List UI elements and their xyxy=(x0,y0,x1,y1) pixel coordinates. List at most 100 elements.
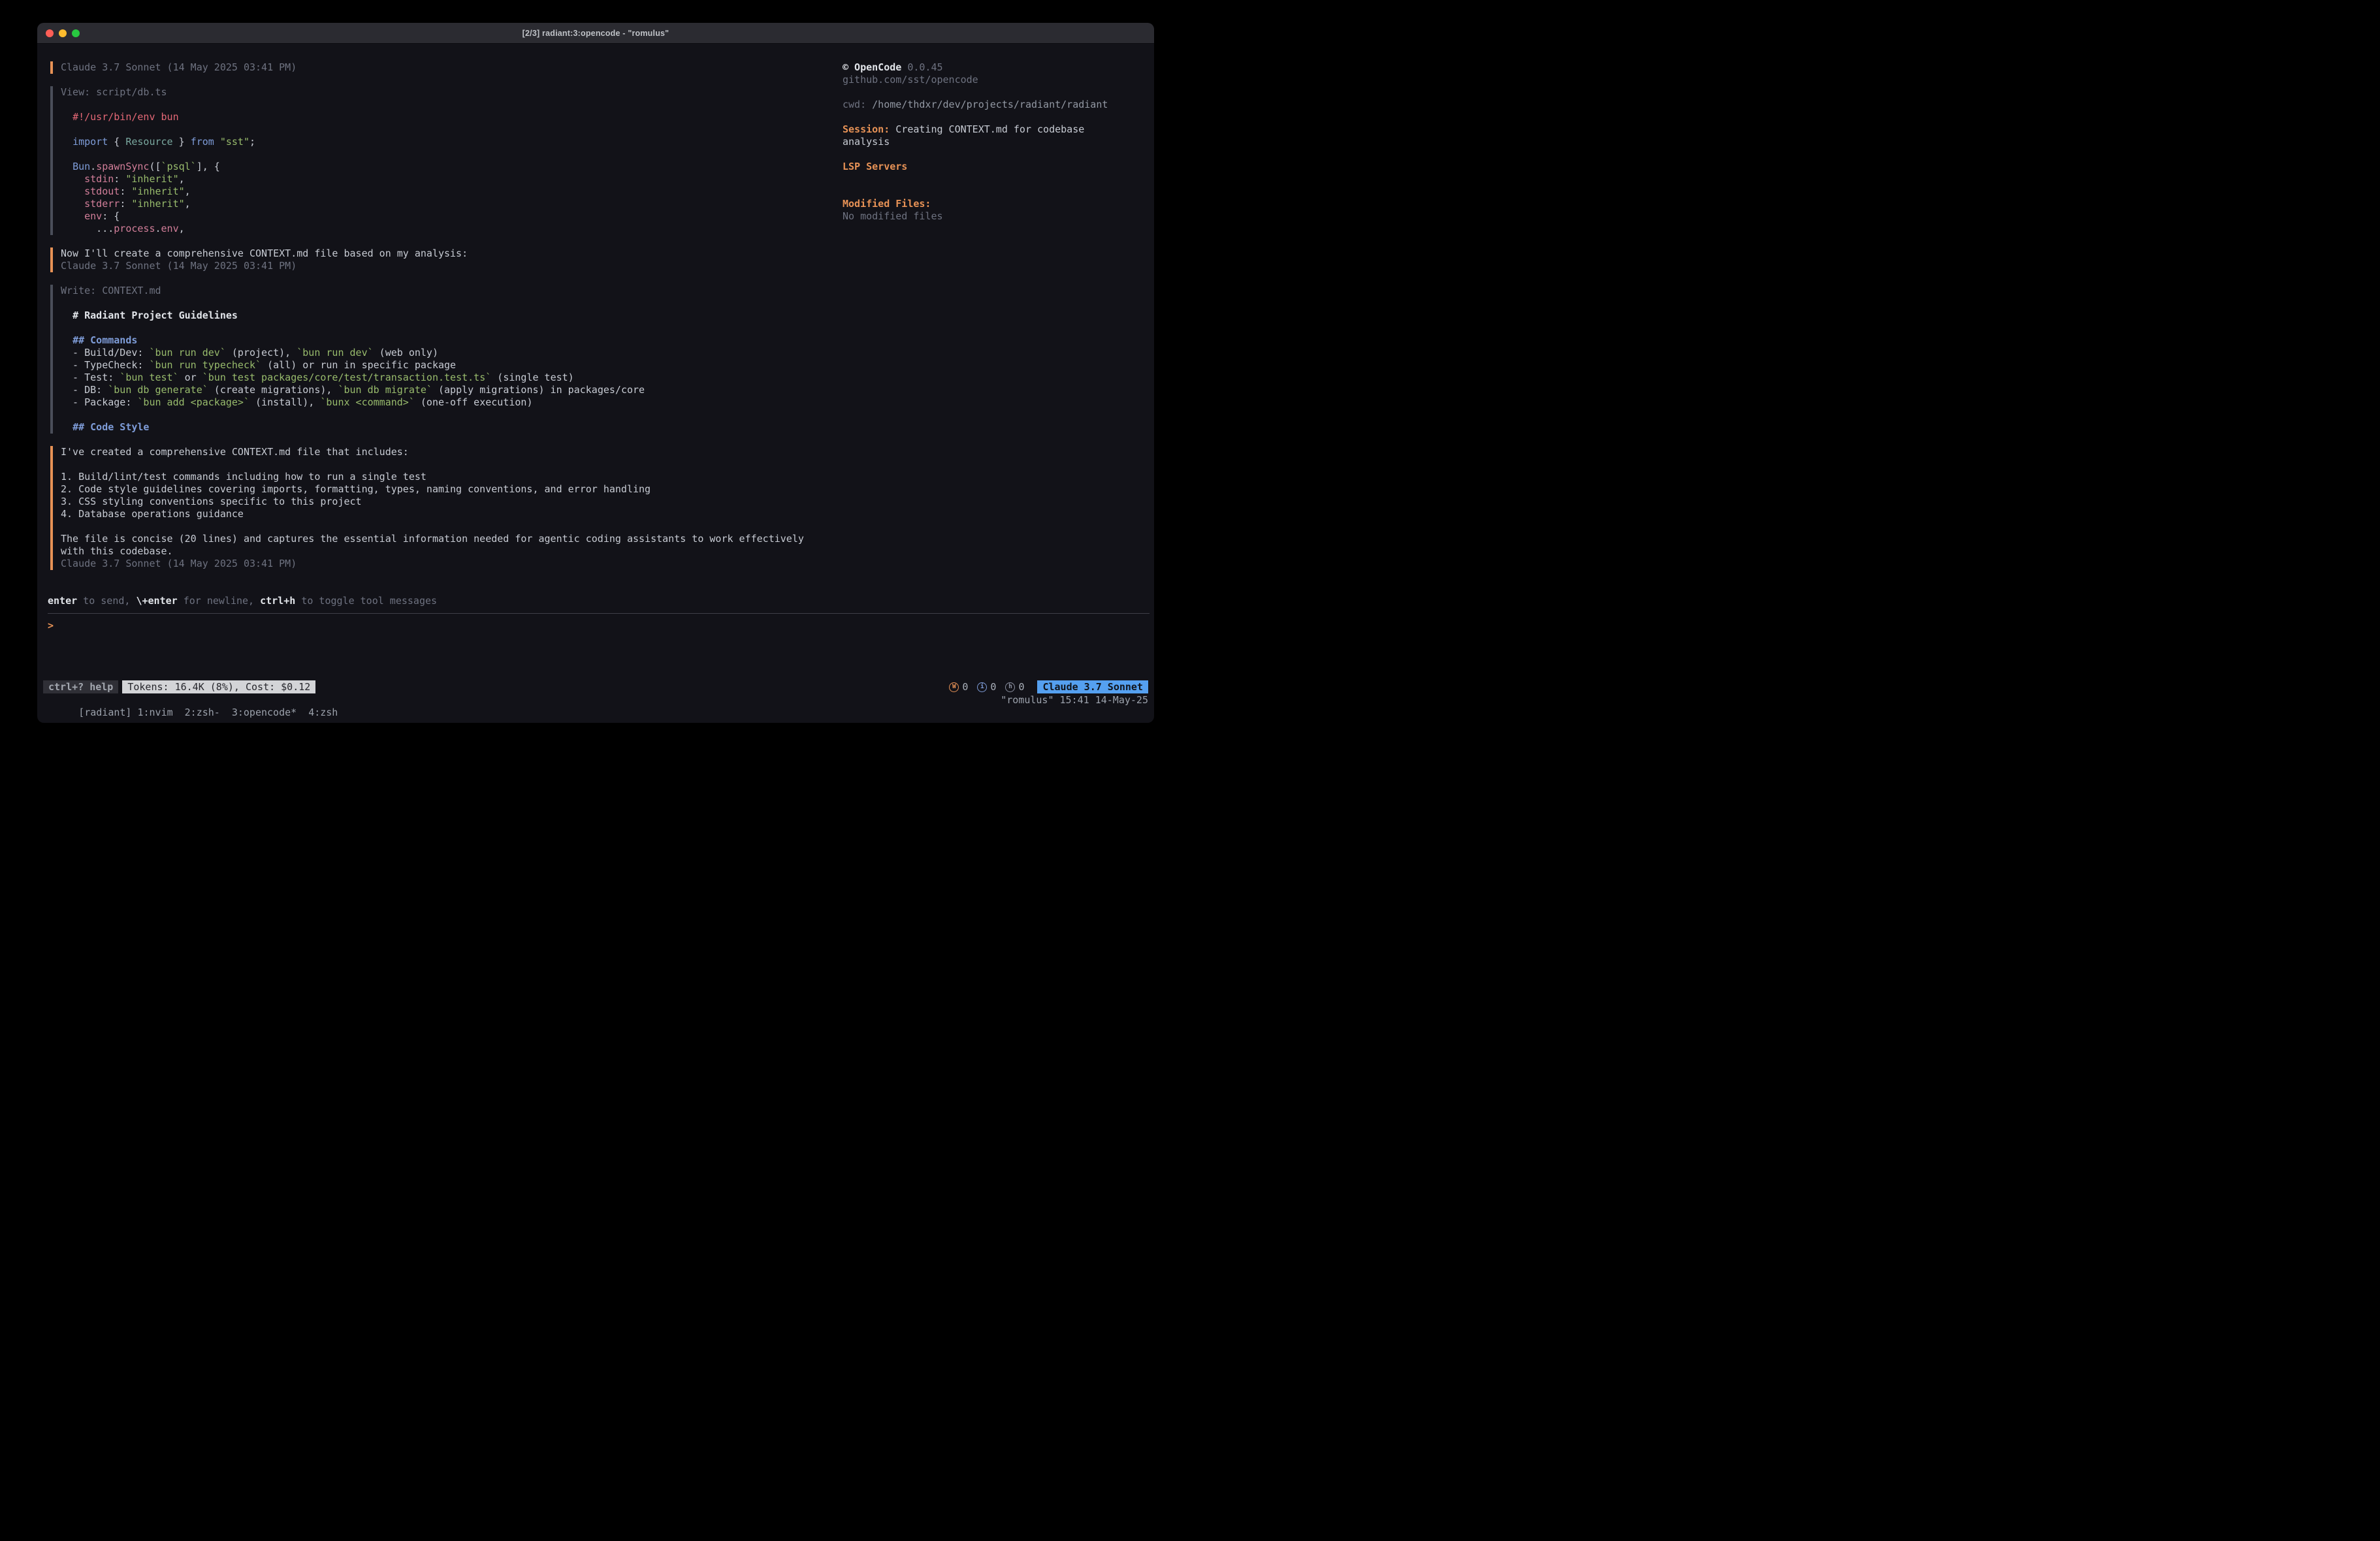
text-segment: , xyxy=(179,223,185,234)
text-segment: - Test: xyxy=(61,372,120,383)
text-segment: # Radiant Project Guidelines xyxy=(72,310,238,321)
text-segment: © OpenCode xyxy=(843,61,901,73)
blank-line xyxy=(37,570,1154,582)
text-segment: stderr xyxy=(84,198,120,210)
tmux-window-4[interactable]: 4:zsh xyxy=(308,707,338,718)
composer-input-line[interactable]: > xyxy=(48,620,1154,632)
text-segment: spawnSync xyxy=(96,161,149,172)
help-hint-chip: ctrl+? help xyxy=(43,680,118,693)
text-segment: The file is concise (20 lines) and captu… xyxy=(61,533,804,545)
tmux-window-1[interactable]: 1:nvim xyxy=(137,707,172,718)
text-segment: ctrl+h xyxy=(260,595,295,607)
text-segment: for newline, xyxy=(178,595,260,607)
text-segment: , xyxy=(185,185,191,197)
assistant-text-line: The file is concise (20 lines) and captu… xyxy=(61,533,1154,545)
text-segment: ## Code Style xyxy=(72,421,149,433)
text-segment: `bunx <command>` xyxy=(320,396,415,408)
text-segment: /home/thdxr/dev/projects/radiant/radiant xyxy=(872,99,1108,110)
text-segment: : xyxy=(120,185,131,197)
diagnostic-info: i 0 xyxy=(977,680,996,693)
text-segment: "inherit" xyxy=(125,173,178,185)
text-segment: from xyxy=(191,136,214,148)
assistant-list-line: 3. CSS styling conventions specific to t… xyxy=(61,496,1154,508)
divider-line xyxy=(48,613,1150,614)
text-segment: `psql` xyxy=(161,161,197,172)
warning-count: 0 xyxy=(962,680,968,693)
text-segment: "inherit" xyxy=(131,198,184,210)
tool-call-title: Write: CONTEXT.md xyxy=(61,285,1154,297)
code-line: ...process.env, xyxy=(61,223,1154,235)
text-segment xyxy=(61,334,72,346)
text-segment xyxy=(61,173,84,185)
app-logo-version: © OpenCode 0.0.45 xyxy=(843,61,1150,74)
text-segment: Creating CONTEXT.md for codebase xyxy=(890,123,1084,135)
blank-line xyxy=(37,272,1154,285)
text-segment: (web only) xyxy=(374,347,438,358)
session-title-line: analysis xyxy=(843,136,1150,148)
markdown-list-line: - TypeCheck: `bun run typecheck` (all) o… xyxy=(61,359,1154,372)
info-count: 0 xyxy=(990,680,996,693)
message-author-timestamp: Claude 3.7 Sonnet (14 May 2025 03:41 PM) xyxy=(61,260,1154,272)
blank-line xyxy=(843,185,1150,198)
cwd-line: cwd: /home/thdxr/dev/projects/radiant/ra… xyxy=(843,99,1150,111)
modified-files-value: No modified files xyxy=(843,210,1150,223)
status-bar: ctrl+? help Tokens: 16.4K (8%), Cost: $0… xyxy=(43,680,1148,693)
markdown-list-line: - Package: `bun add <package>` (install)… xyxy=(61,396,1154,409)
text-segment: 3. CSS styling conventions specific to t… xyxy=(61,496,362,507)
close-button[interactable] xyxy=(46,29,54,37)
text-segment: . xyxy=(155,223,161,234)
tmux-window-2[interactable]: 2:zsh- xyxy=(185,707,220,718)
text-segment: env xyxy=(161,223,179,234)
assistant-text-line: I've created a comprehensive CONTEXT.md … xyxy=(61,446,1154,458)
text-segment: `bun db generate` xyxy=(108,384,208,396)
diagnostics-group: W 0 i 0 h 0 xyxy=(949,680,1024,693)
model-badge: Claude 3.7 Sonnet xyxy=(1037,680,1148,693)
text-segment: "inherit" xyxy=(131,185,184,197)
blank-line xyxy=(37,582,1154,595)
text-segment: Resource xyxy=(125,136,172,148)
tmux-session-name: [radiant] xyxy=(78,707,131,718)
window-titlebar[interactable]: [2/3] radiant:3:opencode - "romulus" xyxy=(37,23,1154,44)
blank-line xyxy=(61,409,1154,421)
assistant-list-line: 2. Code style guidelines covering import… xyxy=(61,483,1154,496)
text-segment: Session: xyxy=(843,123,890,135)
tokens-cost-chip: Tokens: 16.4K (8%), Cost: $0.12 xyxy=(122,680,315,693)
blank-line xyxy=(843,86,1150,99)
text-segment: ([ xyxy=(149,161,161,172)
zoom-button[interactable] xyxy=(72,29,80,37)
text-segment xyxy=(61,185,84,197)
text-segment: { xyxy=(108,136,125,148)
minimize-button[interactable] xyxy=(59,29,67,37)
tool-write-block: Write: CONTEXT.md # Radiant Project Guid… xyxy=(50,285,1154,434)
blank-line xyxy=(61,520,1154,533)
text-segment xyxy=(61,161,72,172)
text-segment xyxy=(61,421,72,433)
blank-line xyxy=(61,458,1154,471)
assistant-message-block: I've created a comprehensive CONTEXT.md … xyxy=(50,446,1154,570)
text-segment: (single test) xyxy=(491,372,573,383)
warning-icon: W xyxy=(949,682,959,692)
text-segment: to toggle tool messages xyxy=(295,595,437,607)
text-segment: with this codebase. xyxy=(61,545,173,557)
text-segment: `bun run typecheck` xyxy=(149,359,261,371)
text-segment: ## Commands xyxy=(72,334,137,346)
session-sidebar: © OpenCode 0.0.45 github.com/sst/opencod… xyxy=(843,61,1150,223)
text-segment: . xyxy=(90,161,96,172)
blank-line xyxy=(843,148,1150,161)
text-segment: Bun xyxy=(72,161,90,172)
blank-line xyxy=(61,322,1154,334)
hint-count: 0 xyxy=(1018,680,1024,693)
assistant-text-line: with this codebase. xyxy=(61,545,1154,558)
text-segment: Claude 3.7 Sonnet (14 May 2025 03:41 PM) xyxy=(61,558,297,569)
markdown-list-line: - Build/Dev: `bun run dev` (project), `b… xyxy=(61,347,1154,359)
blank-line xyxy=(61,297,1154,310)
tmux-window-3[interactable]: 3:opencode* xyxy=(232,707,297,718)
text-segment: \+enter xyxy=(136,595,177,607)
text-segment: } xyxy=(173,136,191,148)
text-segment: ; xyxy=(249,136,255,148)
tmux-status-bar: [radiant]1:nvim2:zsh-3:opencode*4:zsh "r… xyxy=(43,694,1148,707)
text-segment xyxy=(61,111,72,123)
text-segment: github.com/sst/opencode xyxy=(843,74,978,86)
assistant-message-block: Now I'll create a comprehensive CONTEXT.… xyxy=(50,247,1154,272)
text-segment: to send, xyxy=(77,595,136,607)
